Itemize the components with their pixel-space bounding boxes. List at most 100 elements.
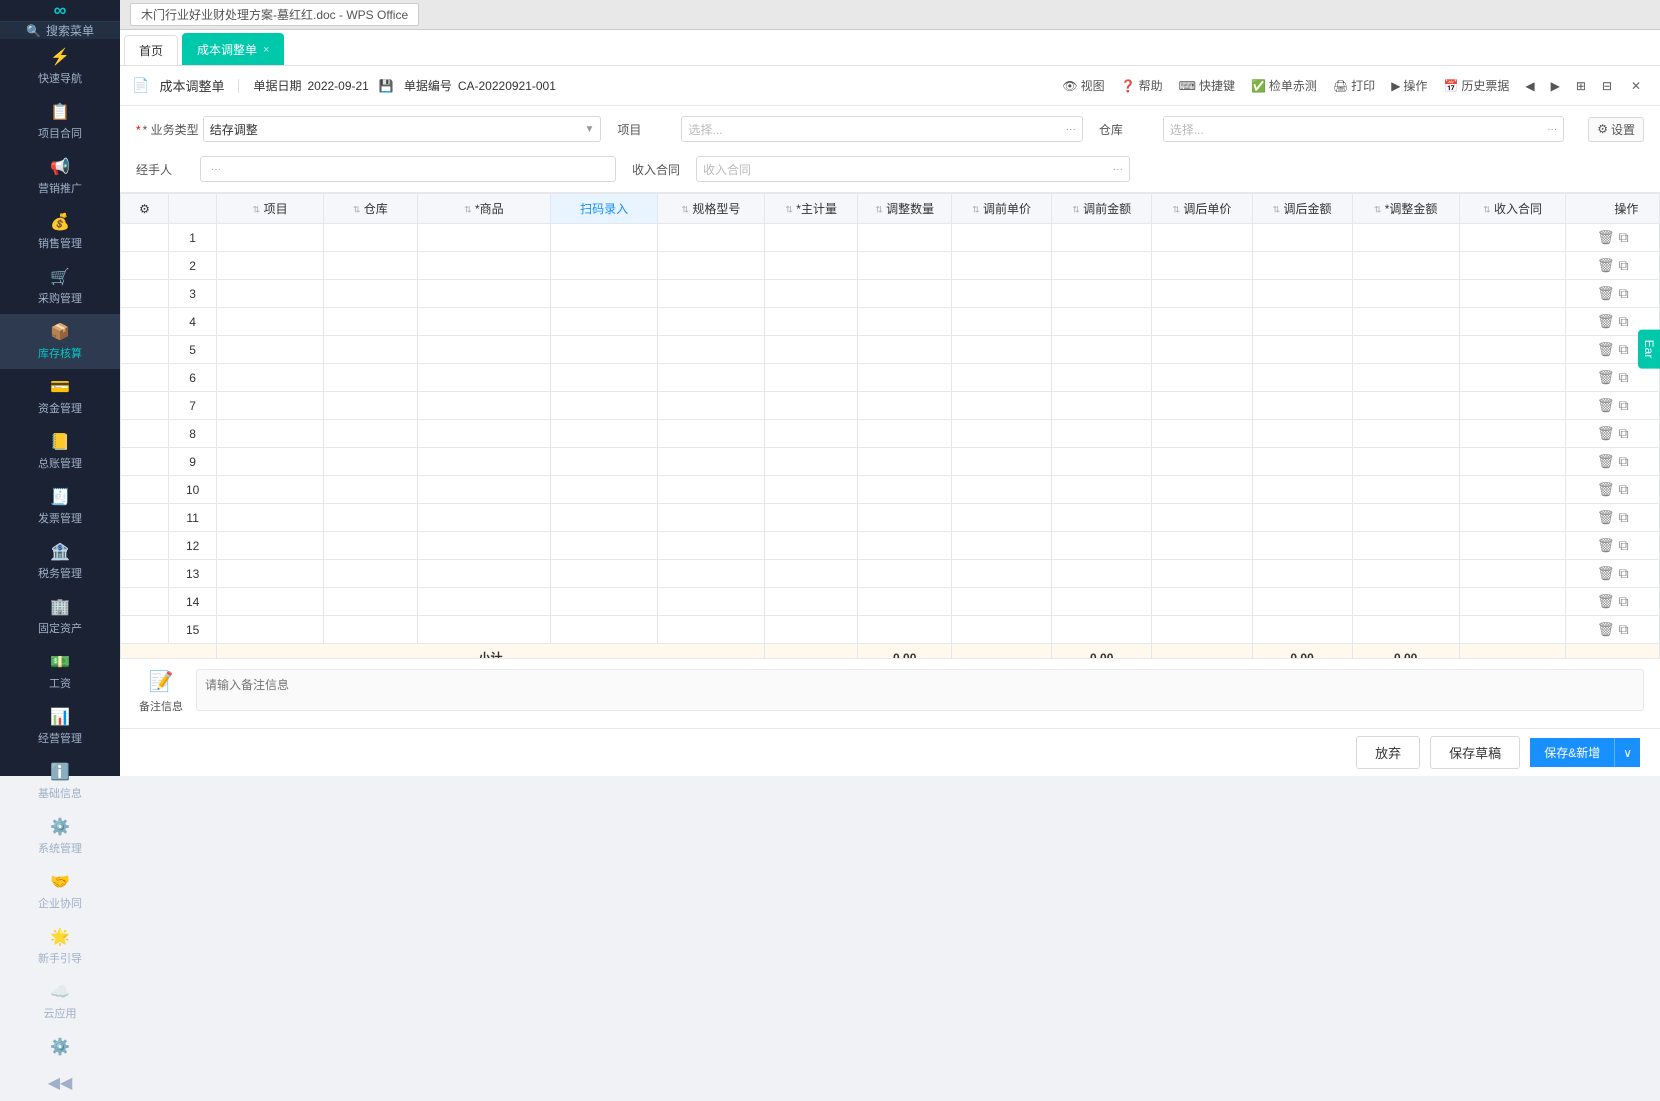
- sidebar-item-sales-promo[interactable]: 📢 营销推广: [0, 149, 120, 204]
- notes-icon-area[interactable]: 📝 备注信息: [136, 669, 186, 714]
- row-warehouse-cell[interactable]: [324, 616, 418, 644]
- copy-row-icon[interactable]: ⧉: [1619, 257, 1629, 274]
- amount-after-col-header[interactable]: ⇅ 调后金额: [1252, 194, 1352, 224]
- help-btn[interactable]: ❓ 帮助: [1117, 75, 1167, 96]
- project-input[interactable]: 选择... ···: [681, 116, 1082, 142]
- row-project-cell[interactable]: [217, 392, 324, 420]
- row-income-cell[interactable]: [1459, 616, 1566, 644]
- row-unit-cell[interactable]: [764, 392, 858, 420]
- config-col-header[interactable]: ⚙: [121, 194, 169, 224]
- row-income-cell[interactable]: [1459, 504, 1566, 532]
- row-qty-cell[interactable]: [858, 616, 952, 644]
- row-unit-cell[interactable]: [764, 336, 858, 364]
- row-spec-cell[interactable]: [658, 476, 765, 504]
- row-amount-before-cell[interactable]: [1052, 308, 1152, 336]
- row-product-cell[interactable]: [417, 280, 551, 308]
- row-income-cell[interactable]: [1459, 280, 1566, 308]
- row-adjust-cell[interactable]: [1352, 588, 1459, 616]
- sidebar-item-ops-mgmt[interactable]: 📊 经营管理: [0, 699, 120, 754]
- row-amount-before-cell[interactable]: [1052, 476, 1152, 504]
- history-btn[interactable]: 📅 历史票据: [1439, 75, 1513, 96]
- sidebar-item-tax[interactable]: 🏦 税务管理: [0, 534, 120, 589]
- row-unit-cell[interactable]: [764, 364, 858, 392]
- row-warehouse-cell[interactable]: [324, 336, 418, 364]
- row-project-cell[interactable]: [217, 280, 324, 308]
- row-project-cell[interactable]: [217, 588, 324, 616]
- row-adjust-cell[interactable]: [1352, 504, 1459, 532]
- row-income-cell[interactable]: [1459, 336, 1566, 364]
- row-income-cell[interactable]: [1459, 364, 1566, 392]
- row-qty-cell[interactable]: [858, 280, 952, 308]
- amount-before-col-header[interactable]: ⇅ 调前金额: [1052, 194, 1152, 224]
- sidebar-item-settings[interactable]: ⚙️: [0, 1029, 120, 1065]
- row-product-cell[interactable]: [417, 532, 551, 560]
- row-income-cell[interactable]: [1459, 308, 1566, 336]
- tab-home[interactable]: 首页: [124, 35, 178, 65]
- delete-row-icon[interactable]: 🗑: [1597, 313, 1615, 330]
- business-type-input[interactable]: 结存调整 ▼: [203, 116, 602, 142]
- print-btn[interactable]: 🖨 打印: [1329, 75, 1379, 96]
- copy-row-icon[interactable]: ⧉: [1619, 565, 1629, 582]
- delete-row-icon[interactable]: 🗑: [1597, 425, 1615, 442]
- sidebar-item-salary[interactable]: 💵 工资: [0, 644, 120, 699]
- row-unit-cell[interactable]: [764, 448, 858, 476]
- row-project-cell[interactable]: [217, 532, 324, 560]
- row-project-cell[interactable]: [217, 224, 324, 252]
- row-product-cell[interactable]: [417, 364, 551, 392]
- row-price-after-cell[interactable]: [1152, 280, 1252, 308]
- row-income-cell[interactable]: [1459, 532, 1566, 560]
- row-project-cell[interactable]: [217, 420, 324, 448]
- row-price-before-cell[interactable]: [951, 448, 1051, 476]
- row-price-before-cell[interactable]: [951, 364, 1051, 392]
- window-close-btn[interactable]: ✕: [1624, 74, 1648, 98]
- row-amount-before-cell[interactable]: [1052, 392, 1152, 420]
- handler-input[interactable]: ···: [200, 156, 616, 182]
- row-project-cell[interactable]: [217, 560, 324, 588]
- row-qty-cell[interactable]: [858, 448, 952, 476]
- row-qty-cell[interactable]: [858, 252, 952, 280]
- row-amount-before-cell[interactable]: [1052, 448, 1152, 476]
- price-before-col-header[interactable]: ⇅ 调前单价: [951, 194, 1051, 224]
- row-scan-cell[interactable]: [551, 280, 658, 308]
- row-price-after-cell[interactable]: [1152, 336, 1252, 364]
- row-adjust-cell[interactable]: [1352, 392, 1459, 420]
- save-new-main-label[interactable]: 保存&新增: [1530, 738, 1615, 767]
- edge-button[interactable]: Ear: [1638, 330, 1660, 369]
- row-price-before-cell[interactable]: [951, 476, 1051, 504]
- row-product-cell[interactable]: [417, 224, 551, 252]
- row-price-after-cell[interactable]: [1152, 560, 1252, 588]
- row-unit-cell[interactable]: [764, 616, 858, 644]
- sidebar-item-basic-info[interactable]: ℹ️ 基础信息: [0, 754, 120, 809]
- copy-row-icon[interactable]: ⧉: [1619, 285, 1629, 302]
- income-col-header[interactable]: ⇅ 收入合同: [1459, 194, 1566, 224]
- delete-row-icon[interactable]: 🗑: [1597, 229, 1615, 246]
- row-product-cell[interactable]: [417, 336, 551, 364]
- row-product-cell[interactable]: [417, 308, 551, 336]
- sidebar-item-new-guide[interactable]: 🌟 新手引导: [0, 919, 120, 974]
- row-scan-cell[interactable]: [551, 224, 658, 252]
- row-amount-before-cell[interactable]: [1052, 420, 1152, 448]
- row-warehouse-cell[interactable]: [324, 280, 418, 308]
- view-btn[interactable]: 👁 视图: [1058, 75, 1108, 96]
- save-draft-button[interactable]: 保存草稿: [1430, 736, 1520, 769]
- row-amount-before-cell[interactable]: [1052, 560, 1152, 588]
- row-adjust-cell[interactable]: [1352, 616, 1459, 644]
- price-after-col-header[interactable]: ⇅ 调后单价: [1152, 194, 1252, 224]
- row-product-cell[interactable]: [417, 560, 551, 588]
- row-price-before-cell[interactable]: [951, 420, 1051, 448]
- row-product-cell[interactable]: [417, 588, 551, 616]
- row-price-after-cell[interactable]: [1152, 420, 1252, 448]
- row-amount-after-cell[interactable]: [1252, 224, 1352, 252]
- row-scan-cell[interactable]: [551, 476, 658, 504]
- row-unit-cell[interactable]: [764, 532, 858, 560]
- row-warehouse-cell[interactable]: [324, 392, 418, 420]
- row-price-before-cell[interactable]: [951, 532, 1051, 560]
- row-spec-cell[interactable]: [658, 224, 765, 252]
- row-amount-after-cell[interactable]: [1252, 476, 1352, 504]
- row-scan-cell[interactable]: [551, 364, 658, 392]
- row-warehouse-cell[interactable]: [324, 364, 418, 392]
- row-warehouse-cell[interactable]: [324, 224, 418, 252]
- row-qty-cell[interactable]: [858, 364, 952, 392]
- copy-row-icon[interactable]: ⧉: [1619, 509, 1629, 526]
- row-price-after-cell[interactable]: [1152, 476, 1252, 504]
